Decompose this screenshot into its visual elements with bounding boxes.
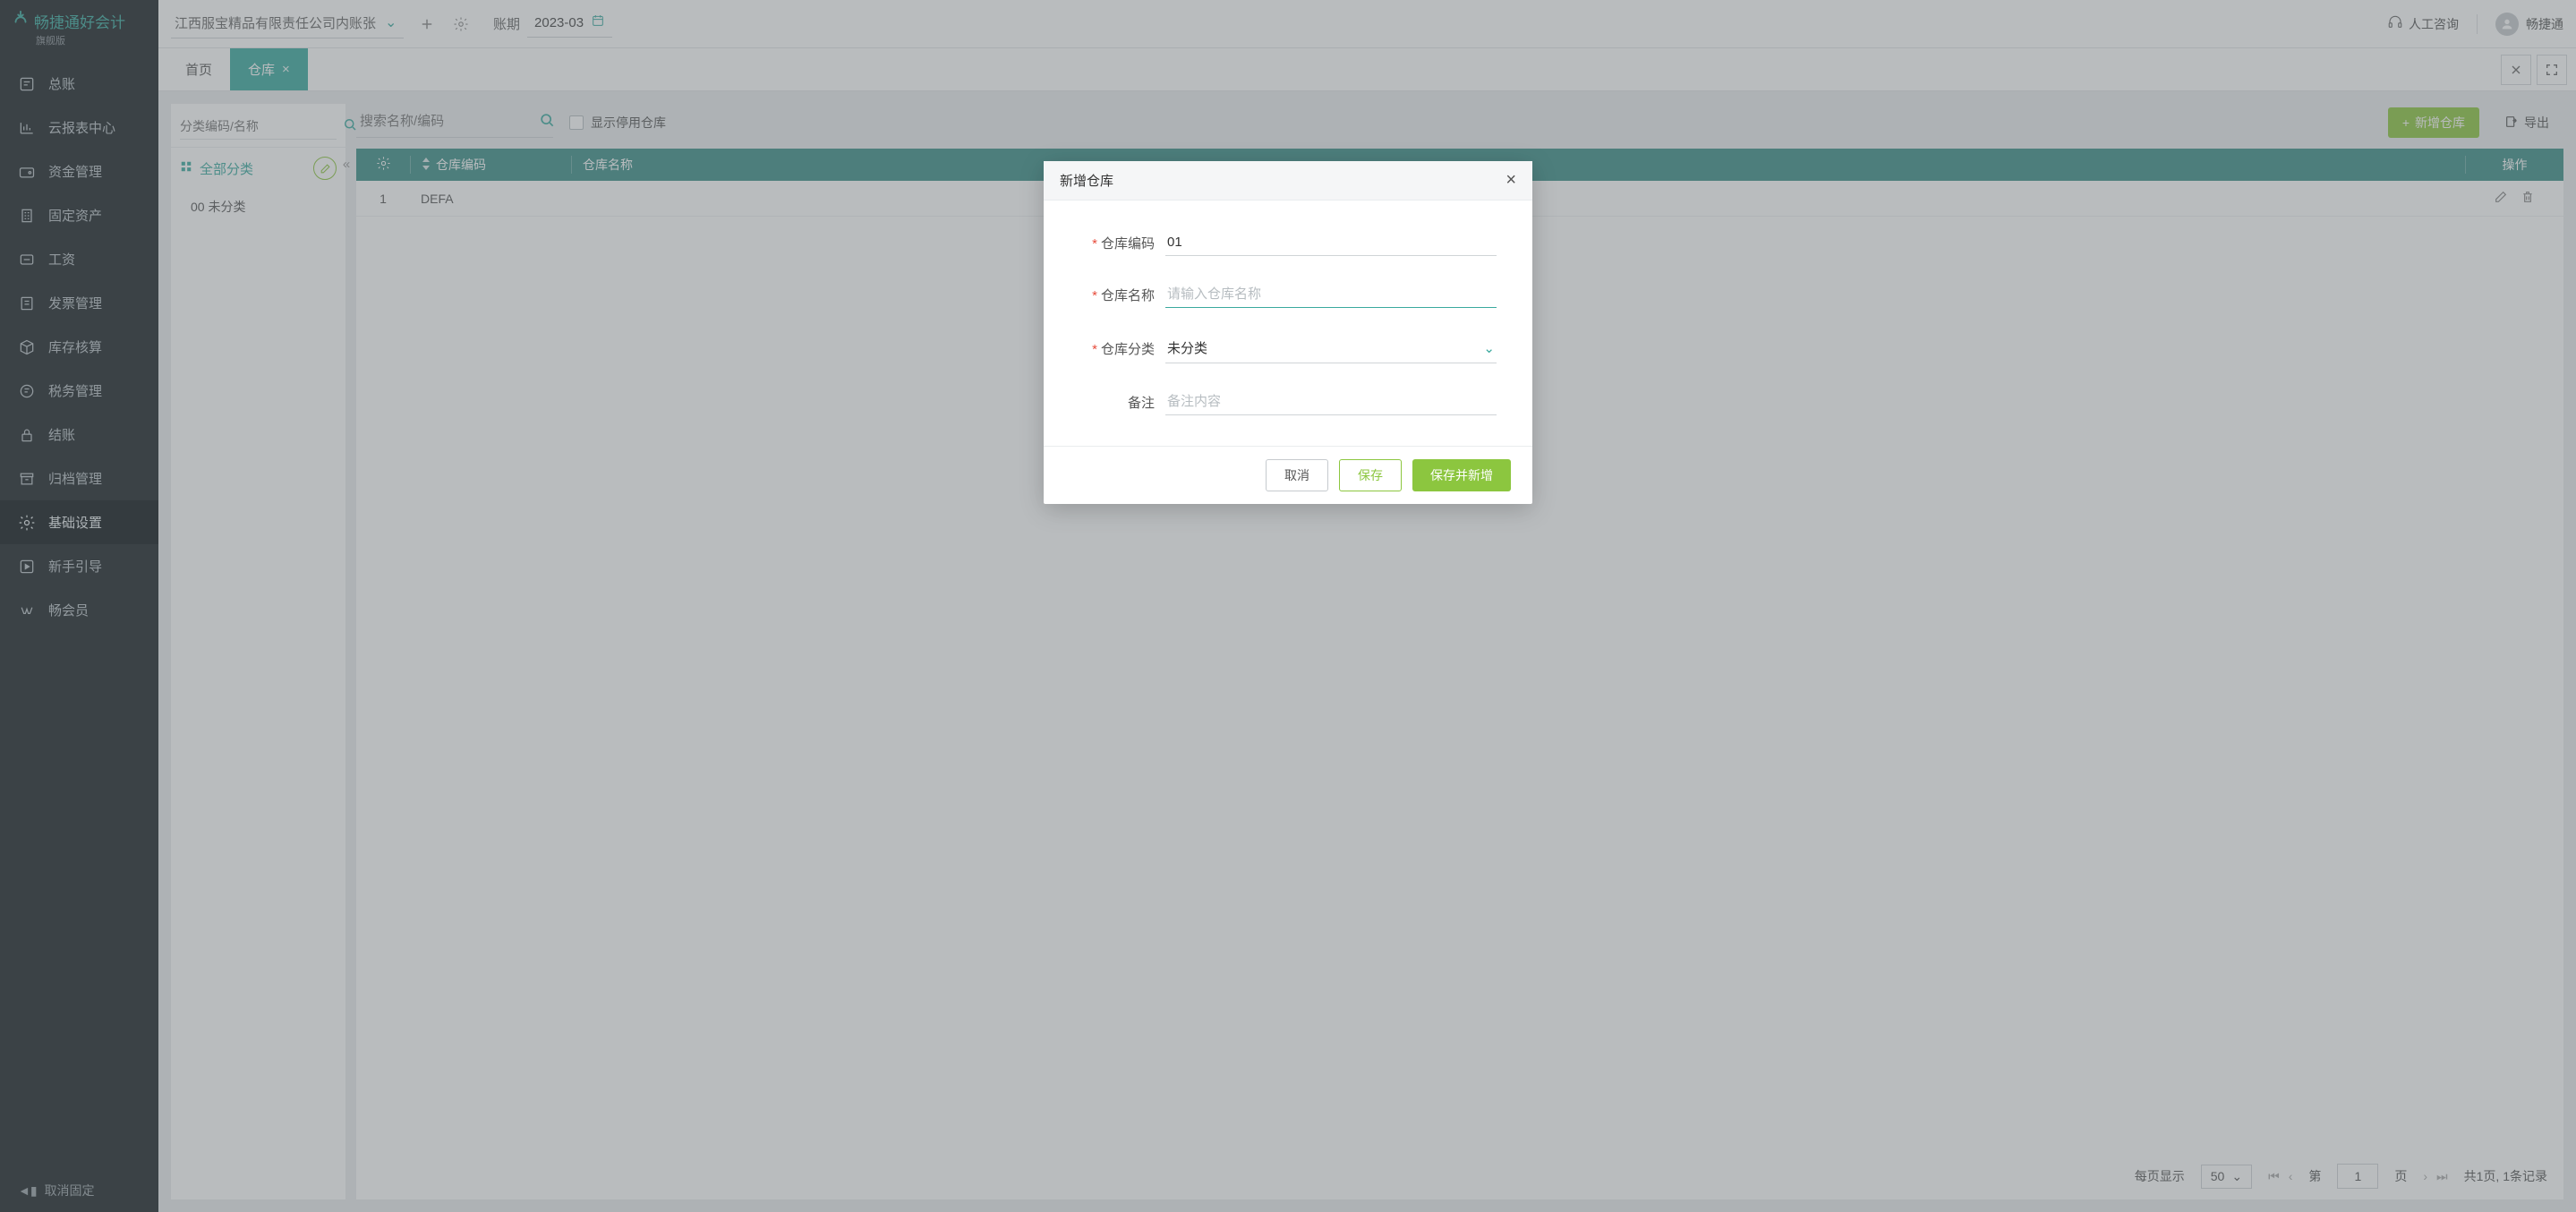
code-input[interactable]: [1165, 229, 1497, 256]
save-button[interactable]: 保存: [1339, 459, 1402, 491]
category-value: 未分类: [1167, 338, 1207, 357]
code-label: *仓库编码: [1079, 234, 1165, 252]
save-and-new-button[interactable]: 保存并新增: [1412, 459, 1511, 491]
chevron-down-icon: ⌄: [1483, 340, 1495, 356]
modal-header: 新增仓库 ×: [1044, 161, 1532, 201]
remark-input[interactable]: [1165, 388, 1497, 415]
name-input[interactable]: [1165, 281, 1497, 308]
field-remark: 备注: [1079, 388, 1497, 415]
field-category: *仓库分类 未分类 ⌄: [1079, 333, 1497, 363]
modal-body: *仓库编码 *仓库名称 *仓库分类 未分类 ⌄ 备注: [1044, 201, 1532, 446]
remark-label: 备注: [1079, 393, 1165, 412]
add-warehouse-modal: 新增仓库 × *仓库编码 *仓库名称 *仓库分类 未分类 ⌄: [1044, 161, 1532, 504]
field-name: *仓库名称: [1079, 281, 1497, 308]
modal-footer: 取消 保存 保存并新增: [1044, 446, 1532, 504]
category-label: *仓库分类: [1079, 339, 1165, 358]
modal-title: 新增仓库: [1060, 171, 1113, 190]
cancel-button[interactable]: 取消: [1266, 459, 1328, 491]
field-code: *仓库编码: [1079, 229, 1497, 256]
category-select[interactable]: 未分类 ⌄: [1165, 333, 1497, 363]
name-label: *仓库名称: [1079, 286, 1165, 304]
modal-overlay: 新增仓库 × *仓库编码 *仓库名称 *仓库分类 未分类 ⌄: [0, 0, 2576, 1212]
modal-close-button[interactable]: ×: [1506, 170, 1516, 191]
